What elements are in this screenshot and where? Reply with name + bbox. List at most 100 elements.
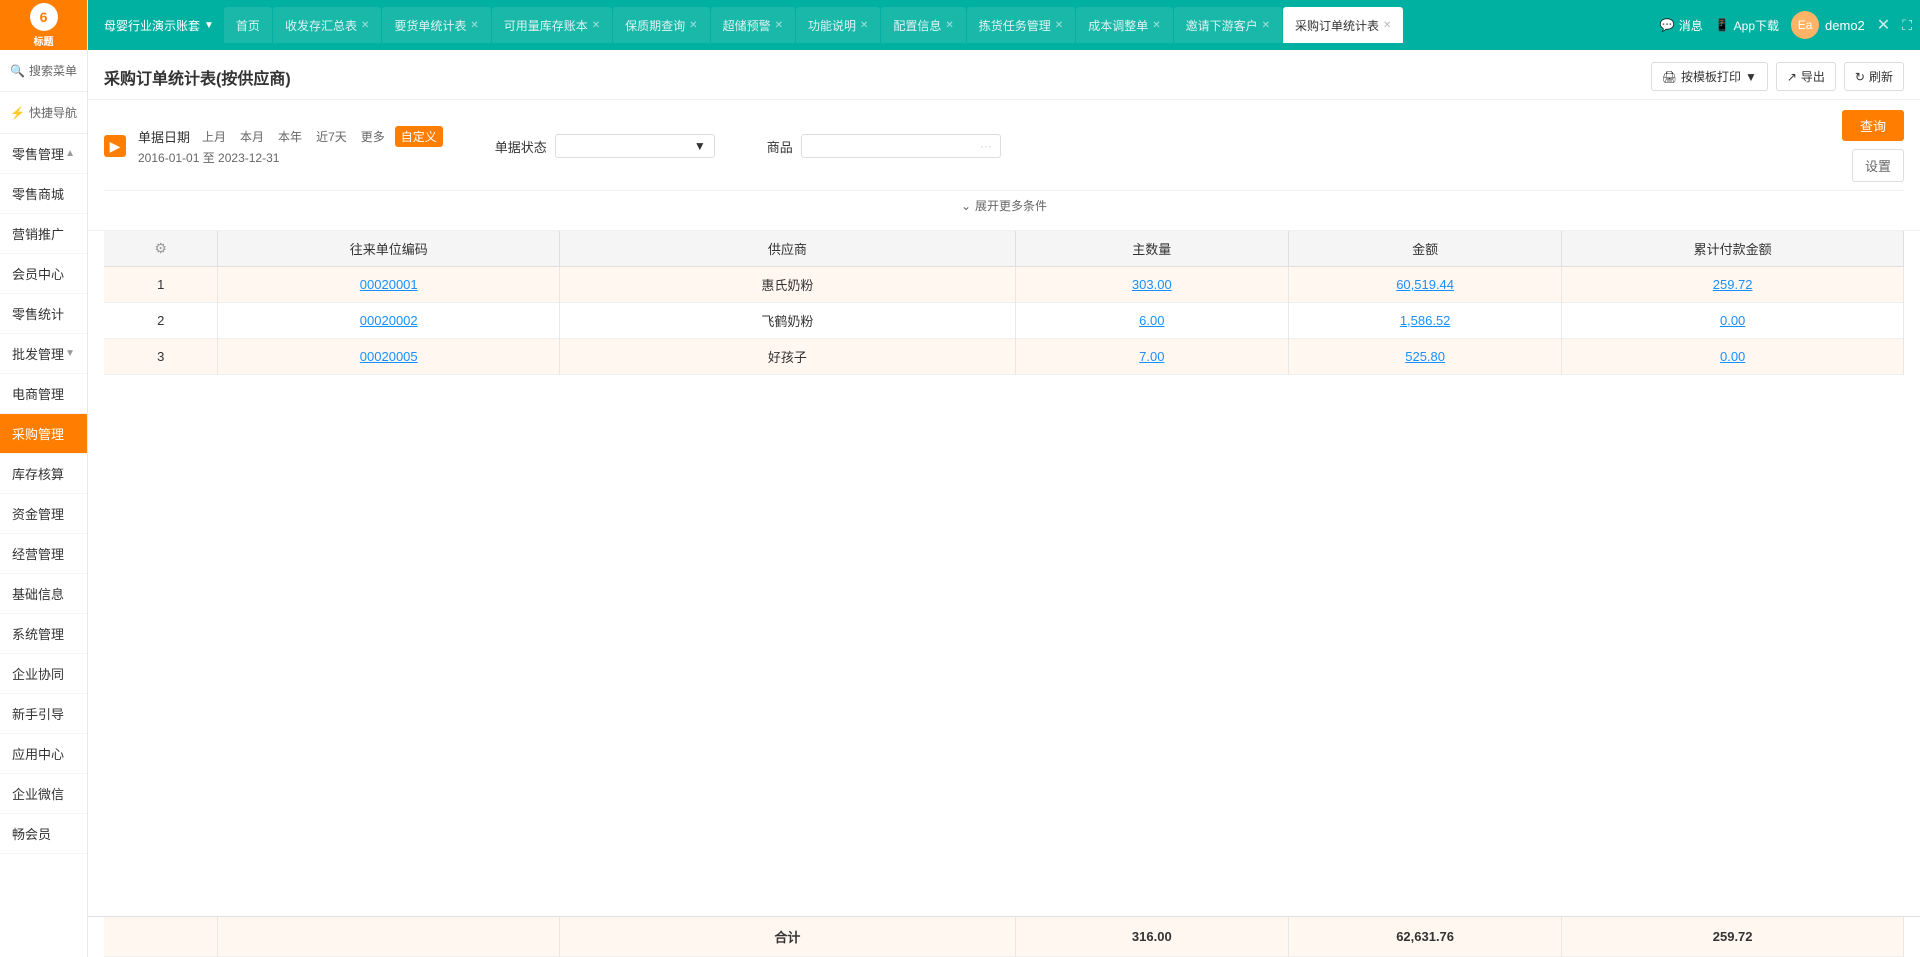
quick-nav-button[interactable]: ⚡ 快捷导航: [6, 100, 81, 125]
sidebar-item-batch-mgmt[interactable]: 批发管理 ▼: [0, 334, 87, 374]
close-icon[interactable]: ✕: [1383, 20, 1391, 31]
cell-amount[interactable]: 525.80: [1288, 339, 1561, 375]
sidebar-item-system[interactable]: 系统管理: [0, 614, 87, 654]
date-tab-this-month[interactable]: 本月: [236, 126, 268, 147]
close-icon[interactable]: ✕: [361, 20, 369, 31]
sidebar-item-member-center[interactable]: 会员中心: [0, 254, 87, 294]
tab-overstock-alert[interactable]: 超储预警 ✕: [711, 7, 795, 43]
refresh-button[interactable]: ↻ 刷新: [1844, 62, 1904, 91]
tab-receive-summary[interactable]: 收发存汇总表 ✕: [273, 7, 381, 43]
app-download-button[interactable]: 📱 App下载: [1715, 17, 1779, 34]
quick-nav-section: ⚡ 快捷导航: [0, 92, 87, 134]
close-icon[interactable]: ✕: [470, 20, 478, 31]
sidebar-item-retail-stats[interactable]: 零售统计: [0, 294, 87, 334]
tab-purchase-order-stats[interactable]: 采购订单统计表 ✕: [1283, 7, 1403, 43]
close-icon[interactable]: ✕: [775, 20, 783, 31]
tab-bar: 首页 收发存汇总表 ✕ 要货单统计表 ✕ 可用量库存账本 ✕ 保质期查询 ✕ 超…: [224, 7, 1658, 43]
table-row: 1 00020001 惠氏奶粉 303.00 60,519.44 259.72: [104, 267, 1904, 303]
tab-pick-task[interactable]: 拣货任务管理 ✕: [967, 7, 1075, 43]
date-tab-more[interactable]: 更多: [357, 126, 389, 147]
sidebar-item-app-center[interactable]: 应用中心: [0, 734, 87, 774]
sidebar-item-marketing[interactable]: 营销推广: [0, 214, 87, 254]
user-menu[interactable]: Ea demo2: [1791, 11, 1865, 39]
cell-qty[interactable]: 303.00: [1015, 267, 1288, 303]
search-icon: 🔍: [10, 64, 25, 78]
cell-qty[interactable]: 7.00: [1015, 339, 1288, 375]
tab-invite-downstream[interactable]: 邀请下游客户 ✕: [1174, 7, 1282, 43]
tab-purchase-stats[interactable]: 要货单统计表 ✕: [382, 7, 490, 43]
cell-paid[interactable]: 0.00: [1562, 339, 1904, 375]
close-icon[interactable]: ✕: [1152, 20, 1160, 31]
tab-inventory-book[interactable]: 可用量库存账本 ✕: [492, 7, 612, 43]
search-menu-button[interactable]: 🔍 搜索菜单: [6, 58, 81, 83]
status-select[interactable]: ▼: [555, 134, 715, 158]
footer-table: 合计 316.00 62,631.76 259.72: [104, 917, 1904, 957]
logo-text: 标题: [34, 33, 54, 48]
sidebar-item-retail-store[interactable]: 零售商城: [0, 174, 87, 214]
table-footer-container: 合计 316.00 62,631.76 259.72: [88, 916, 1920, 957]
window-expand-button[interactable]: ⛶: [1902, 17, 1912, 34]
date-tab-7days[interactable]: 近7天: [312, 126, 351, 147]
message-button[interactable]: 💬 消息: [1660, 17, 1703, 34]
cell-qty[interactable]: 6.00: [1015, 303, 1288, 339]
workspace-selector[interactable]: 母婴行业演示账套 ▼: [96, 17, 222, 34]
close-icon[interactable]: ✕: [689, 20, 697, 31]
cell-code[interactable]: 00020002: [218, 303, 560, 339]
main-content: 母婴行业演示账套 ▼ 首页 收发存汇总表 ✕ 要货单统计表 ✕ 可用量库存账本 …: [88, 0, 1920, 957]
setting-button[interactable]: 设置: [1852, 149, 1904, 182]
export-button[interactable]: ↗ 导出: [1776, 62, 1836, 91]
cell-code[interactable]: 00020001: [218, 267, 560, 303]
goods-input[interactable]: ···: [801, 134, 1001, 158]
expand-more-button[interactable]: ⌄ 展开更多条件: [961, 197, 1047, 214]
template-print-button[interactable]: 🖨 按模板打印 ▼: [1651, 62, 1768, 91]
tab-config-info[interactable]: 配置信息 ✕: [881, 7, 965, 43]
filter-actions: 查询 设置: [1842, 110, 1904, 182]
chevron-down-icon: ▼: [694, 139, 706, 153]
export-label: 导出: [1801, 68, 1825, 85]
sidebar-item-ecommerce[interactable]: 电商管理: [0, 374, 87, 414]
sidebar-item-enterprise-wechat[interactable]: 企业微信: [0, 774, 87, 814]
sidebar-item-operations[interactable]: 经营管理: [0, 534, 87, 574]
date-tab-last-month[interactable]: 上月: [198, 126, 230, 147]
settings-icon[interactable]: ⚙: [154, 240, 167, 256]
query-button[interactable]: 查询: [1842, 110, 1904, 141]
cell-code[interactable]: 00020005: [218, 339, 560, 375]
close-icon[interactable]: ✕: [1262, 20, 1270, 31]
close-icon[interactable]: ✕: [1055, 20, 1063, 31]
col-supplier: 供应商: [560, 231, 1016, 267]
tab-validity-query[interactable]: 保质期查询 ✕: [613, 7, 709, 43]
sidebar-item-purchase-mgmt[interactable]: 采购管理: [0, 414, 87, 454]
sidebar-item-new-guide[interactable]: 新手引导: [0, 694, 87, 734]
close-icon[interactable]: ✕: [860, 20, 868, 31]
date-tabs: 上月 本月 本年 近7天 更多 自定义: [198, 126, 443, 147]
tab-cost-adjust[interactable]: 成本调整单 ✕: [1076, 7, 1172, 43]
date-tab-custom[interactable]: 自定义: [395, 126, 443, 147]
filter-row-1: ▶ 单据日期 上月 本月 本年 近7天 更多 自定义 2016-01-0: [104, 110, 1904, 182]
tab-function-desc[interactable]: 功能说明 ✕: [796, 7, 880, 43]
goods-filter-label: 商品: [767, 137, 793, 156]
sidebar-item-enterprise[interactable]: 企业协同: [0, 654, 87, 694]
cell-paid[interactable]: 0.00: [1562, 303, 1904, 339]
window-close-button[interactable]: ✕: [1877, 15, 1890, 35]
tab-home[interactable]: 首页: [224, 7, 272, 43]
sidebar-item-finance[interactable]: 资金管理: [0, 494, 87, 534]
sidebar-menu: 零售管理 ▲ 零售商城 营销推广 会员中心 零售统计 批发管理 ▼ 电商管理 采…: [0, 134, 87, 957]
app-icon: 📱: [1715, 18, 1730, 32]
app-download-label: App下载: [1734, 17, 1779, 34]
sidebar-item-basic-info[interactable]: 基础信息: [0, 574, 87, 614]
date-tab-this-year[interactable]: 本年: [274, 126, 306, 147]
cell-amount[interactable]: 60,519.44: [1288, 267, 1561, 303]
app-logo: 6 标题: [0, 0, 87, 50]
cell-paid[interactable]: 259.72: [1562, 267, 1904, 303]
sidebar-item-inventory[interactable]: 库存核算: [0, 454, 87, 494]
footer-empty: [104, 917, 218, 957]
filter-toggle-button[interactable]: ▶: [104, 135, 126, 157]
workspace-label: 母婴行业演示账套: [104, 17, 200, 34]
close-icon[interactable]: ✕: [945, 20, 953, 31]
page-content: 采购订单统计表(按供应商) 🖨 按模板打印 ▼ ↗ 导出 ↻ 刷新: [88, 50, 1920, 957]
sidebar-item-retail-mgmt[interactable]: 零售管理 ▲: [0, 134, 87, 174]
template-print-label: 按模板打印: [1681, 68, 1741, 85]
cell-amount[interactable]: 1,586.52: [1288, 303, 1561, 339]
sidebar-item-vip[interactable]: 畅会员: [0, 814, 87, 854]
close-icon[interactable]: ✕: [592, 20, 600, 31]
